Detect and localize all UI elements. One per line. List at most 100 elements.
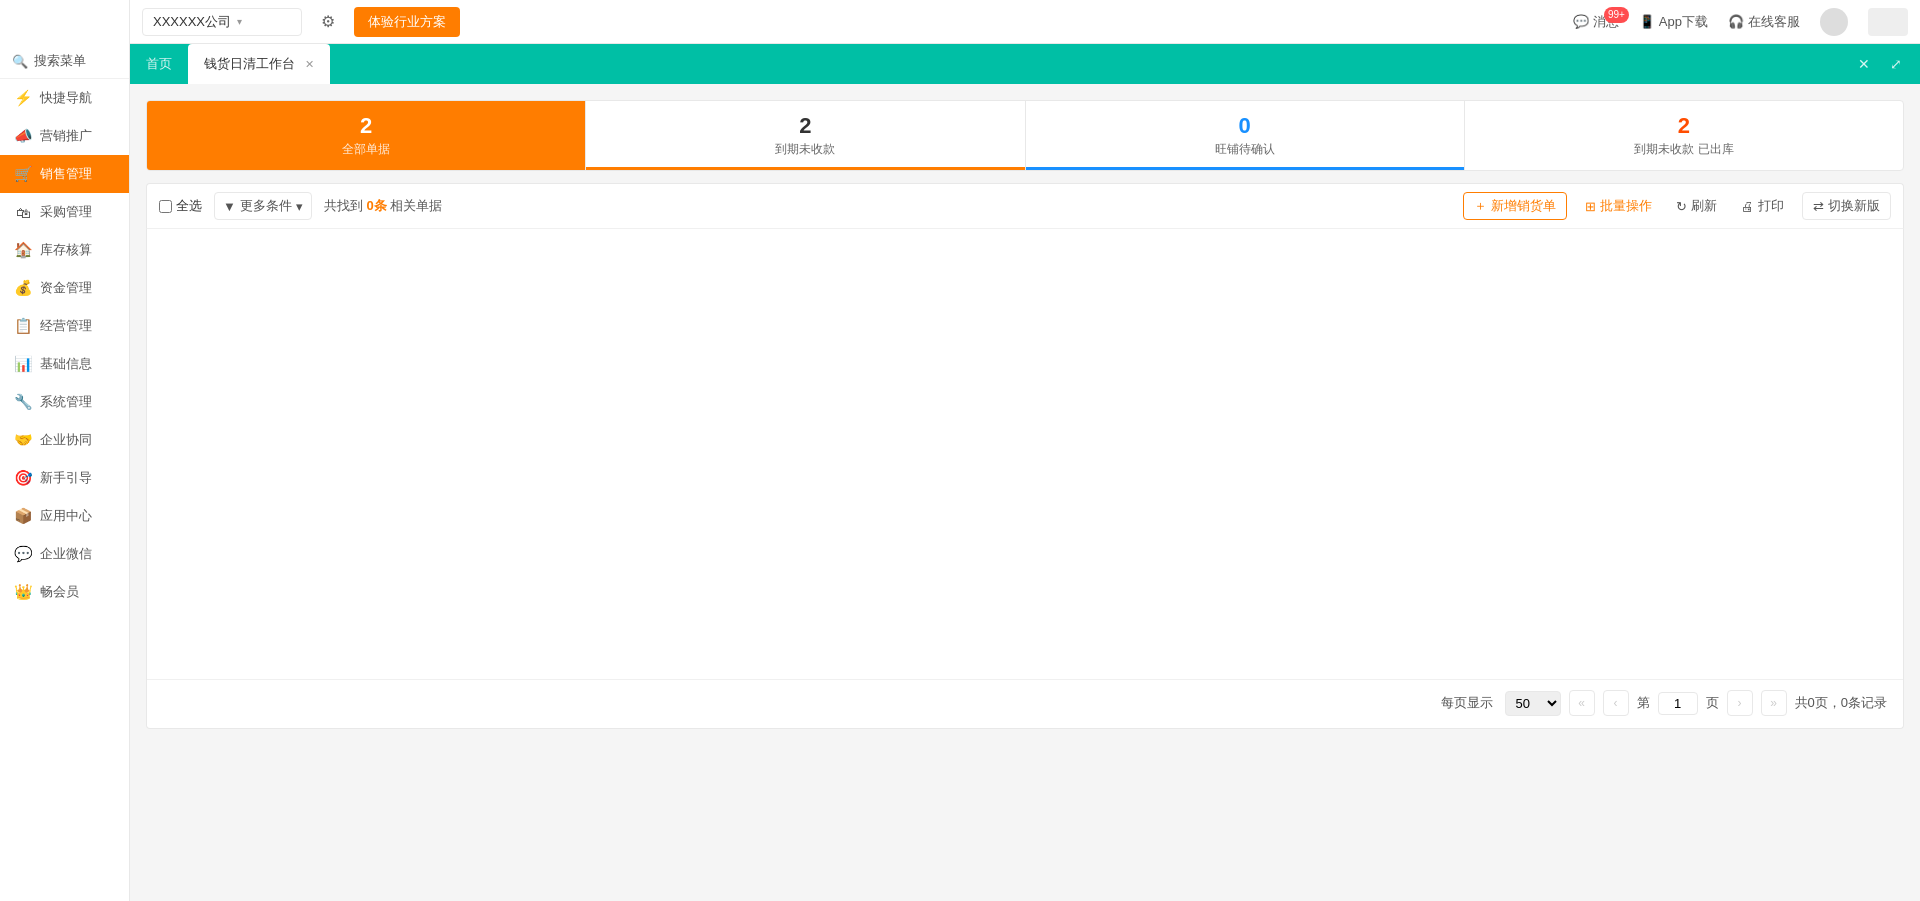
header-right: 💬 消息 99+ 📱 App下载 🎧 在线客服 [1573,8,1908,36]
online-service-btn[interactable]: 🎧 在线客服 [1728,13,1800,31]
card-shipped-num: 2 [1485,113,1883,139]
sidebar-item-label: 库存核算 [40,241,92,259]
settings-button[interactable]: ⚙ [312,6,344,38]
summary-cards: 2 全部单据 2 到期未收款 0 旺铺待确认 2 到期未收款 已出库 [146,100,1904,171]
guide-icon: 🎯 [14,469,32,487]
per-page-label: 每页显示 [1441,694,1493,712]
filter-icon: ▼ [223,199,236,214]
refresh-btn[interactable]: ↻ 刷新 [1670,193,1723,219]
add-label: 新增销货单 [1491,197,1556,215]
page-label: 第 [1637,694,1650,712]
select-all-checkbox[interactable]: 全选 [159,197,202,215]
industry-btn[interactable]: 体验行业方案 [354,7,460,37]
main-content: 2 全部单据 2 到期未收款 0 旺铺待确认 2 到期未收款 已出库 全选 ▼ [130,84,1920,901]
toolbar-left: 全选 ▼ 更多条件 ▾ 共找到 0条 相关单据 [159,192,1451,220]
app-download-btn[interactable]: 📱 App下载 [1639,13,1708,31]
print-label: 打印 [1758,197,1784,215]
print-btn[interactable]: 🖨 打印 [1735,193,1790,219]
sidebar-item-label: 销售管理 [40,165,92,183]
tab-close-icon[interactable]: ✕ [305,58,314,71]
card-overdue-underline [586,167,1024,170]
user-menu[interactable] [1868,8,1908,36]
last-page-btn[interactable]: » [1761,690,1787,716]
sidebar-search[interactable]: 🔍 搜索菜单 [0,44,129,79]
card-overdue[interactable]: 2 到期未收款 [586,101,1025,170]
first-page-btn[interactable]: « [1569,690,1595,716]
select-all-input[interactable] [159,200,172,213]
sidebar-item-label: 采购管理 [40,203,92,221]
tab-expand-btn[interactable]: ⤢ [1884,52,1908,76]
chevron-down-icon: ▾ [296,199,303,214]
batch-label: 批量操作 [1600,197,1652,215]
pagination: 每页显示 20 50 100 200 « ‹ 第 页 › » 共0页，0条记录 [147,679,1903,726]
refresh-icon: ↻ [1676,199,1687,214]
batch-btn[interactable]: ⊞ 批量操作 [1579,193,1658,219]
sidebar-item-finance[interactable]: 💰 资金管理 [0,269,129,307]
sidebar-item-enterprise[interactable]: 🤝 企业协同 [0,421,129,459]
tab-home[interactable]: 首页 [130,44,188,84]
sidebar-item-label: 资金管理 [40,279,92,297]
app-center-icon: 📦 [14,507,32,525]
next-page-btn[interactable]: › [1727,690,1753,716]
card-all-num: 2 [167,113,565,139]
card-overdue-num: 2 [606,113,1004,139]
sidebar-item-app-center[interactable]: 📦 应用中心 [0,497,129,535]
sidebar-item-operations[interactable]: 📋 经营管理 [0,307,129,345]
select-all-label: 全选 [176,197,202,215]
card-wangpu[interactable]: 0 旺铺待确认 [1026,101,1465,170]
page-input[interactable] [1658,692,1698,715]
member-icon: 👑 [14,583,32,601]
message-badge: 99+ [1604,7,1629,23]
card-all-label: 全部单据 [167,141,565,158]
tab-close-all-btn[interactable]: ✕ [1852,52,1876,76]
filter-btn[interactable]: ▼ 更多条件 ▾ [214,192,312,220]
sidebar-item-member[interactable]: 👑 畅会员 [0,573,129,611]
sidebar-item-label: 营销推广 [40,127,92,145]
page-total: 共0页，0条记录 [1795,694,1887,712]
company-selector[interactable]: XXXXXX公司 ▾ [142,8,302,36]
switch-btn[interactable]: ⇄ 切换新版 [1802,192,1891,220]
sidebar-item-marketing[interactable]: 📣 营销推广 [0,117,129,155]
sidebar-item-label: 企业微信 [40,545,92,563]
sidebar-item-basic-info[interactable]: 📊 基础信息 [0,345,129,383]
inventory-icon: 🏠 [14,241,32,259]
tab-workbench[interactable]: 钱货日清工作台 ✕ [188,44,330,84]
card-shipped[interactable]: 2 到期未收款 已出库 [1465,101,1903,170]
message-btn[interactable]: 💬 消息 99+ [1573,13,1619,31]
card-wangpu-label: 旺铺待确认 [1046,141,1444,158]
card-wangpu-num: 0 [1046,113,1444,139]
prev-page-btn[interactable]: ‹ [1603,690,1629,716]
refresh-label: 刷新 [1691,197,1717,215]
sidebar-item-system[interactable]: 🔧 系统管理 [0,383,129,421]
marketing-icon: 📣 [14,127,32,145]
purchase-icon: 🛍 [14,204,32,221]
sidebar-item-inventory[interactable]: 🏠 库存核算 [0,231,129,269]
basic-info-icon: 📊 [14,355,32,373]
add-btn[interactable]: ＋ 新增销货单 [1463,192,1567,220]
sidebar-item-wecom[interactable]: 💬 企业微信 [0,535,129,573]
page-label-end: 页 [1706,694,1719,712]
sidebar-item-label: 经营管理 [40,317,92,335]
toolbar-right: ＋ 新增销货单 ⊞ 批量操作 ↻ 刷新 🖨 打印 ⇄ 切换新版 [1463,192,1891,220]
sidebar-item-purchase[interactable]: 🛍 采购管理 [0,193,129,231]
sidebar-item-guide[interactable]: 🎯 新手引导 [0,459,129,497]
avatar[interactable] [1820,8,1848,36]
card-all[interactable]: 2 全部单据 [147,101,586,170]
app-download-label: App下载 [1659,13,1708,31]
sidebar-item-sales[interactable]: 🛒 销售管理 [0,155,129,193]
sidebar-item-quick-nav[interactable]: ⚡ 快捷导航 [0,79,129,117]
card-shipped-label: 到期未收款 已出库 [1485,141,1883,158]
sidebar-item-label: 企业协同 [40,431,92,449]
search-icon: 🔍 [12,54,28,69]
tab-home-label: 首页 [146,55,172,73]
sidebar-search-label: 搜索菜单 [34,52,86,70]
finance-icon: 💰 [14,279,32,297]
batch-icon: ⊞ [1585,199,1596,214]
found-text: 共找到 0条 相关单据 [324,197,442,215]
sidebar: 🔍 搜索菜单 ⚡ 快捷导航 📣 营销推广 🛒 销售管理 🛍 采购管理 🏠 库存核… [0,0,130,901]
sidebar-item-label: 快捷导航 [40,89,92,107]
wecom-icon: 💬 [14,545,32,563]
found-count: 0条 [367,198,387,213]
chevron-down-icon: ▾ [237,16,242,27]
page-size-select[interactable]: 20 50 100 200 [1505,691,1561,716]
